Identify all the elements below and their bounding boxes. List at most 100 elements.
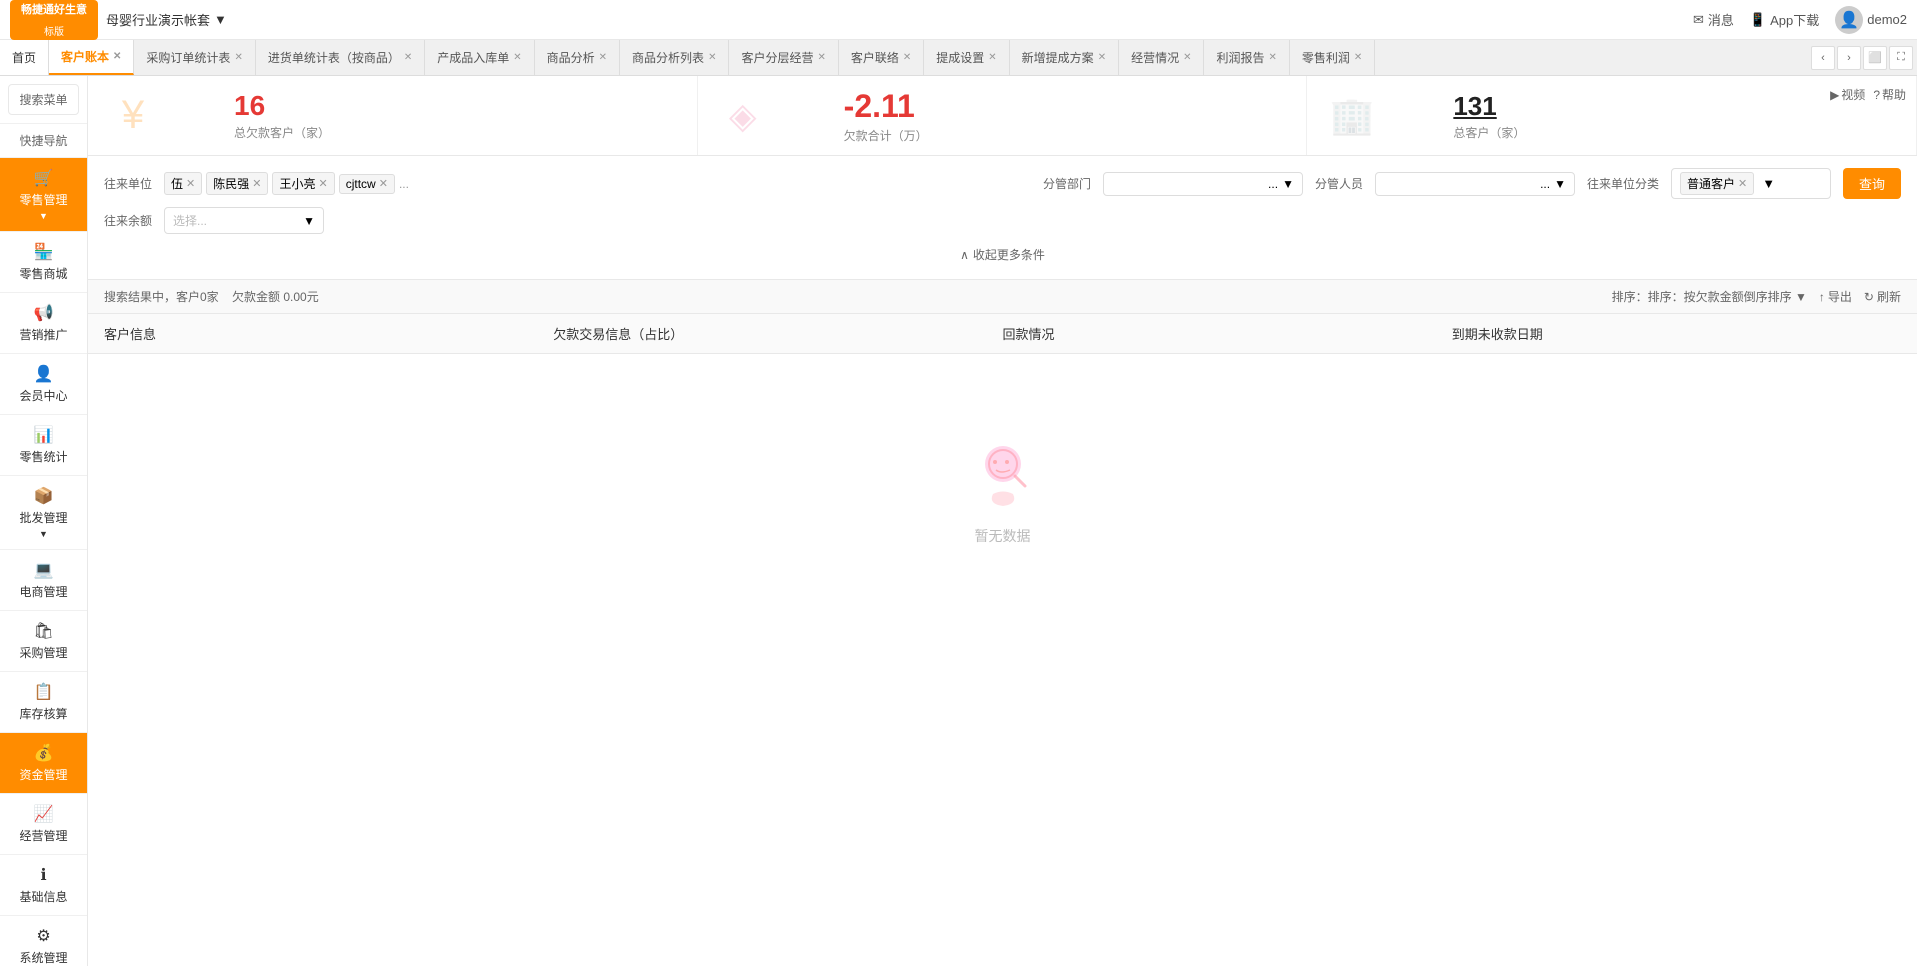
building-icon: 🏢 [1327, 91, 1377, 141]
sidebar-item-label: 采购管理 [19, 644, 67, 661]
stat-values-3: 131 总客户（家） [1453, 91, 1525, 141]
tab-profit-report[interactable]: 利润报告 ✕ [1204, 40, 1289, 75]
stat-label-2: 欠款合计（万） [844, 127, 928, 144]
top-bar-left: 畅捷通好生意 标版 母婴行业演示帐套 ▼ [10, 0, 227, 40]
sidebar-quick-nav[interactable]: 快捷导航 [0, 124, 87, 158]
sidebar-item-ecommerce[interactable]: 💻 电商管理 [0, 550, 87, 611]
sidebar-item-batch-mgmt[interactable]: 📦 批发管理 ▼ [0, 476, 87, 550]
tab-purchase-stats[interactable]: 进货单统计表（按商品） ✕ [256, 40, 425, 75]
sidebar-item-purchase[interactable]: 🛍 采购管理 [0, 611, 87, 672]
message-btn[interactable]: ✉ 消息 [1693, 10, 1734, 29]
balance-dropdown[interactable]: 选择... ▼ [164, 207, 324, 234]
stats-bar: ¥ 16 总欠款客户（家） ◈ -2.11 欠款合计（万） 🏢 131 总客户（… [88, 76, 1917, 156]
sidebar-item-operations[interactable]: 📈 经营管理 [0, 794, 87, 855]
sidebar-item-system[interactable]: ⚙ 系统管理 [0, 916, 87, 966]
refresh-btn[interactable]: ↻ 刷新 [1864, 288, 1901, 305]
tab-close-icon[interactable]: ✕ [404, 52, 412, 63]
tab-expand-btn[interactable]: ⬜ [1863, 46, 1887, 70]
remove-tag-chen-btn[interactable]: ✕ [252, 177, 261, 190]
remove-tag-wang-btn[interactable]: ✕ [319, 177, 328, 190]
tab-close-icon[interactable]: ✕ [1269, 52, 1277, 63]
tab-goods-analysis-list[interactable]: 商品分析列表 ✕ [620, 40, 729, 75]
export-btn[interactable]: ↑ 导出 [1819, 288, 1852, 305]
refresh-icon: ↻ [1864, 290, 1874, 304]
tab-customer-contact[interactable]: 客户联络 ✕ [839, 40, 924, 75]
video-btn[interactable]: ▶ 视频 [1830, 86, 1865, 103]
col-arrears-info: 欠款交易信息（占比） [553, 324, 1002, 343]
dept-dropdown[interactable]: ... ▼ [1103, 172, 1303, 196]
tab-close-icon[interactable]: ✕ [113, 51, 121, 62]
profit-report-tab-label: 利润报告 [1216, 49, 1264, 66]
collapse-filters-btn[interactable]: ∧ 收起更多条件 [104, 242, 1901, 267]
tab-close-icon[interactable]: ✕ [1354, 52, 1362, 63]
filter-more-dots-person: ... [1540, 177, 1550, 191]
empty-state: 暂无数据 [88, 354, 1917, 626]
person-dropdown[interactable]: ... ▼ [1375, 172, 1575, 196]
tab-account-book[interactable]: 客户账本 ✕ [49, 40, 134, 75]
tab-product-instock[interactable]: 产成品入库单 ✕ [425, 40, 534, 75]
sidebar-item-basic-info[interactable]: ℹ 基础信息 [0, 855, 87, 916]
stat-number-3: 131 [1453, 91, 1525, 122]
tab-close-icon[interactable]: ✕ [513, 52, 521, 63]
tab-close-icon[interactable]: ✕ [234, 52, 242, 63]
tab-controls: ‹ › ⬜ ⛶ [1807, 40, 1917, 75]
remove-tag-normal-customer-btn[interactable]: ✕ [1738, 177, 1747, 190]
tab-prev-btn[interactable]: ‹ [1811, 46, 1835, 70]
stat-number-1: 16 [234, 90, 330, 122]
tab-close-icon[interactable]: ✕ [599, 52, 607, 63]
retail-mgmt-icon: 🛒 [34, 168, 54, 188]
result-bar: 搜索结果中，客户0家 欠款金额 0.00元 排序：排序：按欠款金额倒序排序 ▼ … [88, 280, 1917, 314]
result-text: 搜索结果中，客户0家 [104, 290, 219, 304]
tab-goods-analysis[interactable]: 商品分析 ✕ [535, 40, 620, 75]
tab-next-btn[interactable]: › [1837, 46, 1861, 70]
filter-tag-wang: 王小亮 ✕ [272, 172, 334, 195]
filter-tag-cjttcw: cjttcw ✕ [339, 174, 395, 194]
help-btn[interactable]: ? 帮助 [1873, 86, 1906, 103]
sidebar-item-label: 库存核算 [19, 705, 67, 722]
account-selector[interactable]: 母婴行业演示帐套 ▼ [106, 10, 227, 29]
stat-label-3: 总客户（家） [1453, 124, 1525, 141]
sidebar-item-retail-mgmt[interactable]: 🛒 零售管理 ▼ [0, 158, 87, 232]
tab-add-commission[interactable]: 新增提成方案 ✕ [1010, 40, 1119, 75]
sidebar-item-label: 零售统计 [19, 448, 67, 465]
purchase-icon: 🛍 [33, 621, 53, 641]
tab-fullscreen-btn[interactable]: ⛶ [1889, 46, 1913, 70]
app-download-btn[interactable]: 📱 App下载 [1750, 10, 1819, 29]
sort-label: 排序：排序：按欠款金额倒序排序 ▼ [1612, 288, 1807, 305]
remove-tag-wu-btn[interactable]: ✕ [186, 177, 195, 190]
filter-tag-normal-customer: 普通客户 ✕ [1680, 172, 1754, 195]
tab-close-icon[interactable]: ✕ [1183, 52, 1191, 63]
search-menu-btn[interactable]: 搜索菜单 [8, 84, 79, 115]
sidebar-item-retail-stats[interactable]: 📊 零售统计 [0, 415, 87, 476]
tab-customer-layer[interactable]: 客户分层经营 ✕ [729, 40, 838, 75]
tab-home[interactable]: 首页 [0, 40, 49, 75]
tab-close-icon[interactable]: ✕ [817, 52, 825, 63]
search-btn[interactable]: 查询 [1843, 168, 1901, 199]
person-filter-label: 分管人员 [1315, 175, 1363, 192]
unit-class-filter[interactable]: 普通客户 ✕ ▼ [1671, 168, 1831, 199]
tab-business-status[interactable]: 经营情况 ✕ [1119, 40, 1204, 75]
empty-text: 暂无数据 [975, 526, 1031, 546]
sidebar-item-inventory[interactable]: 📋 库存核算 [0, 672, 87, 733]
sidebar-item-label: 基础信息 [19, 888, 67, 905]
logo-title: 畅捷通好生意 [21, 1, 87, 17]
system-icon: ⚙ [36, 926, 50, 946]
sidebar-item-finance[interactable]: 💰 资金管理 [0, 733, 87, 794]
tab-close-icon[interactable]: ✕ [708, 52, 716, 63]
tab-purchase-order[interactable]: 采购订单统计表 ✕ [134, 40, 255, 75]
user-menu[interactable]: 👤 demo2 [1835, 6, 1907, 34]
tab-close-icon[interactable]: ✕ [903, 52, 911, 63]
tab-commission-setting[interactable]: 提成设置 ✕ [924, 40, 1009, 75]
tab-close-icon[interactable]: ✕ [1098, 52, 1106, 63]
sidebar-item-member[interactable]: 👤 会员中心 [0, 354, 87, 415]
top-bar-right: ✉ 消息 📱 App下载 👤 demo2 [1693, 6, 1907, 34]
filter-more-btn[interactable]: ... [399, 177, 409, 191]
member-icon: 👤 [34, 364, 54, 384]
table-container: 客户信息 欠款交易信息（占比） 回款情况 到期未收款日期 [88, 314, 1917, 966]
goods-analysis-list-tab-label: 商品分析列表 [632, 49, 704, 66]
tab-close-icon[interactable]: ✕ [988, 52, 996, 63]
sidebar-item-retail-mall[interactable]: 🏪 零售商城 [0, 232, 87, 293]
tab-retail-profit[interactable]: 零售利润 ✕ [1290, 40, 1375, 75]
sidebar-item-marketing[interactable]: 📢 营销推广 [0, 293, 87, 354]
remove-tag-cjttcw-btn[interactable]: ✕ [379, 177, 388, 190]
